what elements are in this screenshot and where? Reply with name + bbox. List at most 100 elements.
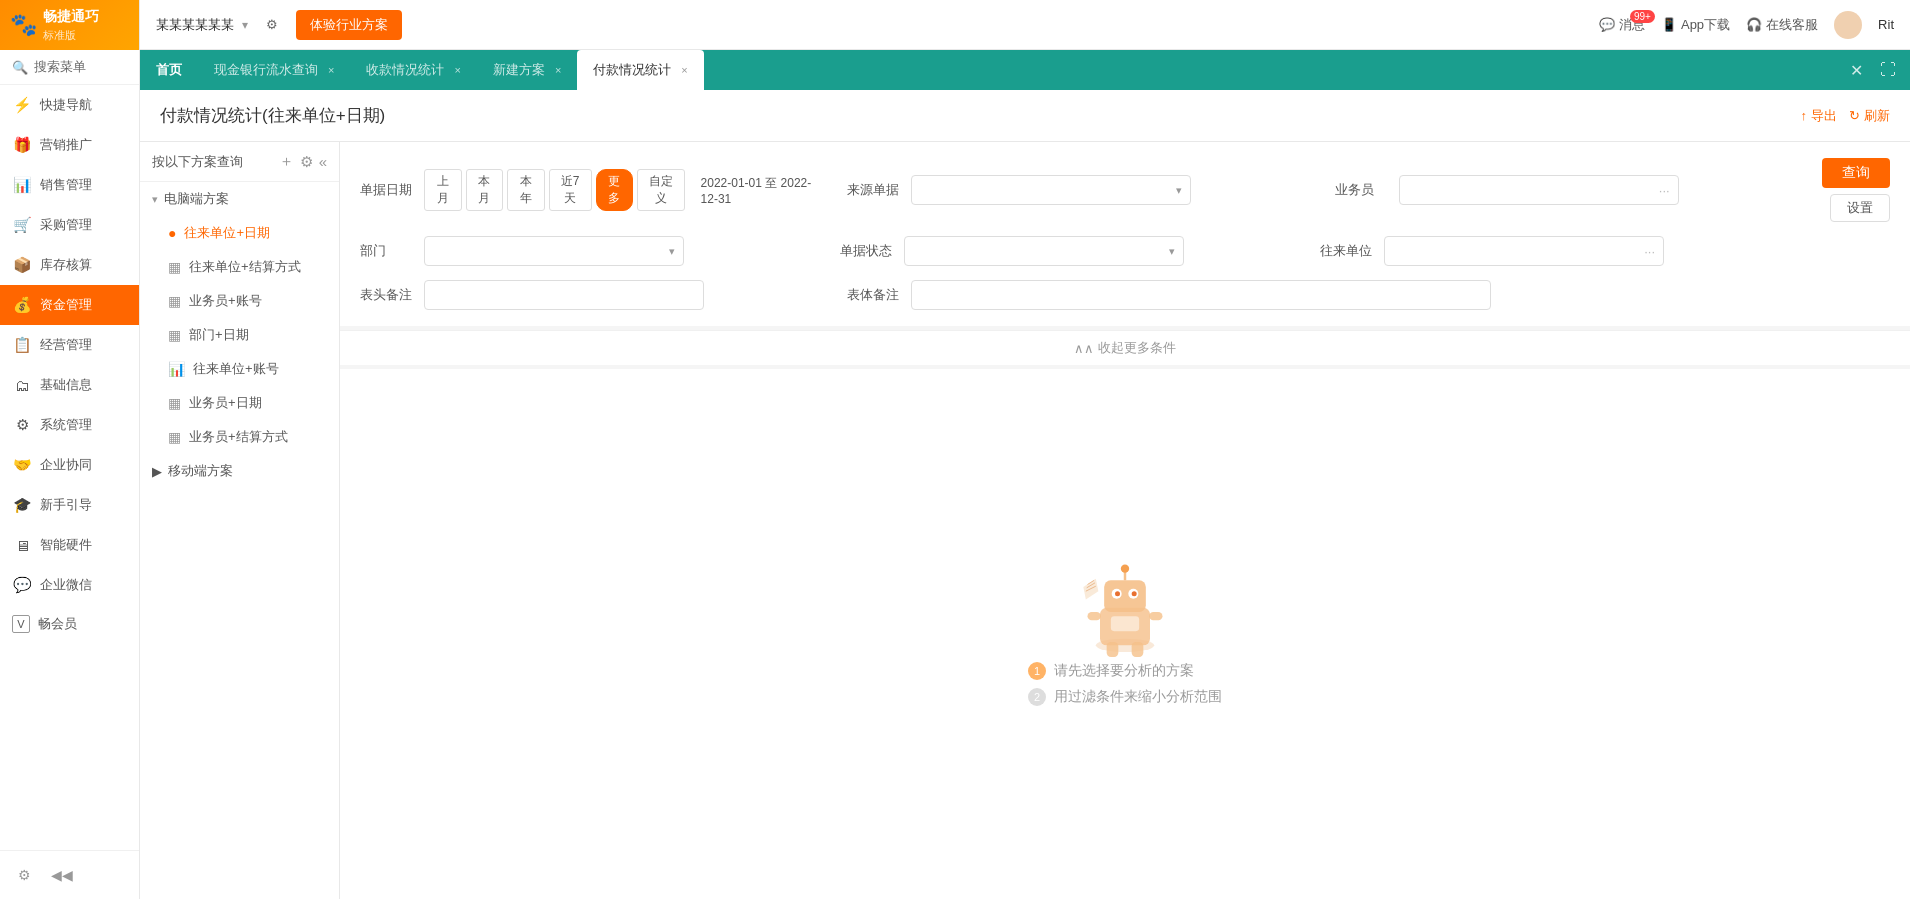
nav-icon: 📦 <box>12 255 32 275</box>
sidebar-item-营销推广[interactable]: 🎁 营销推广 <box>0 125 139 165</box>
scheme-item-业务员账号[interactable]: ▦ 业务员+账号 <box>140 284 339 318</box>
sidebar-item-label: 基础信息 <box>40 376 92 394</box>
sidebar-search[interactable]: 🔍 搜索菜单 <box>0 50 139 85</box>
sidebar-item-资金管理[interactable]: 💰 资金管理 <box>0 285 139 325</box>
sidebar-item-智能硬件[interactable]: 🖥 智能硬件 <box>0 525 139 565</box>
tab-home[interactable]: 首页 <box>140 50 198 90</box>
date-btn-this-year[interactable]: 本年 <box>507 169 545 211</box>
query-btn[interactable]: 查询 <box>1822 158 1890 188</box>
scheme-item-label: 往来单位+结算方式 <box>189 258 301 276</box>
sidebar-item-采购管理[interactable]: 🛒 采购管理 <box>0 205 139 245</box>
dept-filter-item: 部门 ▾ <box>360 236 820 266</box>
nav-icon: 🗂 <box>12 375 32 395</box>
expand-tab-btn[interactable]: ⛶ <box>1874 56 1902 84</box>
scheme-group-label: 电脑端方案 <box>164 190 229 208</box>
settings-btn[interactable]: 设置 <box>1830 194 1890 222</box>
dropdown-arrow-icon: ▾ <box>669 245 675 258</box>
tab-label: 新建方案 <box>493 61 545 79</box>
close-icon[interactable]: × <box>454 64 460 76</box>
settings-footer-btn[interactable]: ⚙ <box>10 861 38 889</box>
date-filter-item: 单据日期 上月 本月 本年 近7天 更多 自定义 2022-01-01 至 20… <box>360 169 827 211</box>
add-scheme-btn[interactable]: ＋ <box>279 152 294 171</box>
collapse-label: 收起更多条件 <box>1098 339 1176 357</box>
sidebar-item-label: 经营管理 <box>40 336 92 354</box>
search-icon: 🔍 <box>12 60 28 75</box>
nav-icon: 🖥 <box>12 535 32 555</box>
collapse-scheme-btn[interactable]: « <box>319 153 327 170</box>
source-label: 来源单据 <box>847 181 903 199</box>
tab-payments[interactable]: 付款情况统计 × <box>577 50 703 90</box>
sidebar-item-系统管理[interactable]: ⚙ 系统管理 <box>0 405 139 445</box>
scheme-item-业务员结算方式[interactable]: ▦ 业务员+结算方式 <box>140 420 339 454</box>
online-service-btn[interactable]: 🎧 在线客服 <box>1746 16 1818 34</box>
username[interactable]: Rit <box>1878 17 1894 32</box>
sidebar-item-销售管理[interactable]: 📊 销售管理 <box>0 165 139 205</box>
filter-row-2: 部门 ▾ 单据状态 ▾ <box>360 236 1890 266</box>
scheme-group-pc: ▾ 电脑端方案 ● 往来单位+日期 ▦ 往来单位+结算方式 ▦ 业务员+账号 <box>140 182 339 454</box>
dept-select[interactable]: ▾ <box>424 236 684 266</box>
close-icon[interactable]: × <box>681 64 687 76</box>
dropdown-arrow-icon: ▾ <box>1176 184 1182 197</box>
scheme-item-label: 部门+日期 <box>189 326 249 344</box>
header-note-input[interactable] <box>424 280 704 310</box>
scheme-item-往来单位结算方式[interactable]: ▦ 往来单位+结算方式 <box>140 250 339 284</box>
scheme-item-往来单位账号[interactable]: 📊 往来单位+账号 <box>140 352 339 386</box>
filter-row-1: 单据日期 上月 本月 本年 近7天 更多 自定义 2022-01-01 至 20… <box>360 158 1890 222</box>
date-btn-last-7-days[interactable]: 近7天 <box>549 169 592 211</box>
sidebar-item-企业协同[interactable]: 🤝 企业协同 <box>0 445 139 485</box>
sidebar-item-label: 销售管理 <box>40 176 92 194</box>
date-btn-last-month[interactable]: 上月 <box>424 169 462 211</box>
scheme-group-header-pc[interactable]: ▾ 电脑端方案 <box>140 182 339 216</box>
messages-btn[interactable]: 💬 消息 99+ <box>1599 16 1645 34</box>
collapse-more-btn[interactable]: ∧∧ 收起更多条件 <box>340 330 1910 365</box>
partner-multiselect[interactable]: ··· <box>1384 236 1664 266</box>
close-icon[interactable]: × <box>555 64 561 76</box>
scheme-panel-icons: ＋ ⚙ « <box>279 152 327 171</box>
tab-new-scheme[interactable]: 新建方案 × <box>477 50 577 90</box>
date-btn-this-month[interactable]: 本月 <box>466 169 504 211</box>
tab-receipts[interactable]: 收款情况统计 × <box>350 50 476 90</box>
source-select[interactable]: ▾ <box>911 175 1191 205</box>
close-icon[interactable]: × <box>328 64 334 76</box>
sidebar-item-label: 智能硬件 <box>40 536 92 554</box>
settings-scheme-btn[interactable]: ⚙ <box>300 153 313 171</box>
sidebar-item-label: 采购管理 <box>40 216 92 234</box>
sidebar-item-label: 畅会员 <box>38 615 77 633</box>
scheme-item-业务员日期[interactable]: ▦ 业务员+日期 <box>140 386 339 420</box>
collapse-footer-btn[interactable]: ◀◀ <box>48 861 76 889</box>
body-note-input[interactable] <box>911 280 1491 310</box>
svg-rect-2 <box>1104 580 1146 612</box>
company-dropdown-arrow[interactable]: ▾ <box>242 18 248 32</box>
sidebar-item-畅会员[interactable]: V 畅会员 <box>0 605 139 643</box>
sidebar-item-快捷导航[interactable]: ⚡ 快捷导航 <box>0 85 139 125</box>
empty-state: 1 请先选择要分析的方案 2 用过滤条件来缩小分析范围 <box>340 369 1910 899</box>
topbar-right: 💬 消息 99+ 📱 App下载 🎧 在线客服 Rit <box>1599 11 1894 39</box>
trial-btn[interactable]: 体验行业方案 <box>296 10 402 40</box>
scheme-item-往来单位日期[interactable]: ● 往来单位+日期 <box>140 216 339 250</box>
tab-cash-flow[interactable]: 现金银行流水查询 × <box>198 50 350 90</box>
docstatus-select[interactable]: ▾ <box>904 236 1184 266</box>
date-btn-more[interactable]: 更多 <box>596 169 634 211</box>
close-tab-btn[interactable]: ✕ <box>1842 56 1870 84</box>
app-download-btn[interactable]: 📱 App下载 <box>1661 16 1730 34</box>
tip-num-1: 1 <box>1028 662 1046 680</box>
sidebar-item-新手引导[interactable]: 🎓 新手引导 <box>0 485 139 525</box>
empty-robot-illustration <box>1075 562 1175 662</box>
sidebar-item-库存核算[interactable]: 📦 库存核算 <box>0 245 139 285</box>
sidebar-item-经营管理[interactable]: 📋 经营管理 <box>0 325 139 365</box>
topbar-settings-btn[interactable]: ⚙ <box>258 11 286 39</box>
sidebar-item-基础信息[interactable]: 🗂 基础信息 <box>0 365 139 405</box>
svg-rect-11 <box>1149 612 1162 620</box>
export-btn[interactable]: ↑ 导出 <box>1801 107 1838 125</box>
page-header-actions: ↑ 导出 ↻ 刷新 <box>1801 107 1891 125</box>
scheme-group-mobile: ▶ 移动端方案 <box>140 454 339 488</box>
scheme-item-部门日期[interactable]: ▦ 部门+日期 <box>140 318 339 352</box>
search-label: 搜索菜单 <box>34 58 86 76</box>
nav-icon: 💬 <box>12 575 32 595</box>
sidebar-item-企业微信[interactable]: 💬 企业微信 <box>0 565 139 605</box>
refresh-btn[interactable]: ↻ 刷新 <box>1849 107 1890 125</box>
staff-multiselect[interactable]: ··· <box>1399 175 1679 205</box>
scheme-group-header-mobile[interactable]: ▶ 移动端方案 <box>140 454 339 488</box>
date-btn-custom[interactable]: 自定义 <box>637 169 684 211</box>
ellipsis-icon: ··· <box>1659 183 1670 198</box>
